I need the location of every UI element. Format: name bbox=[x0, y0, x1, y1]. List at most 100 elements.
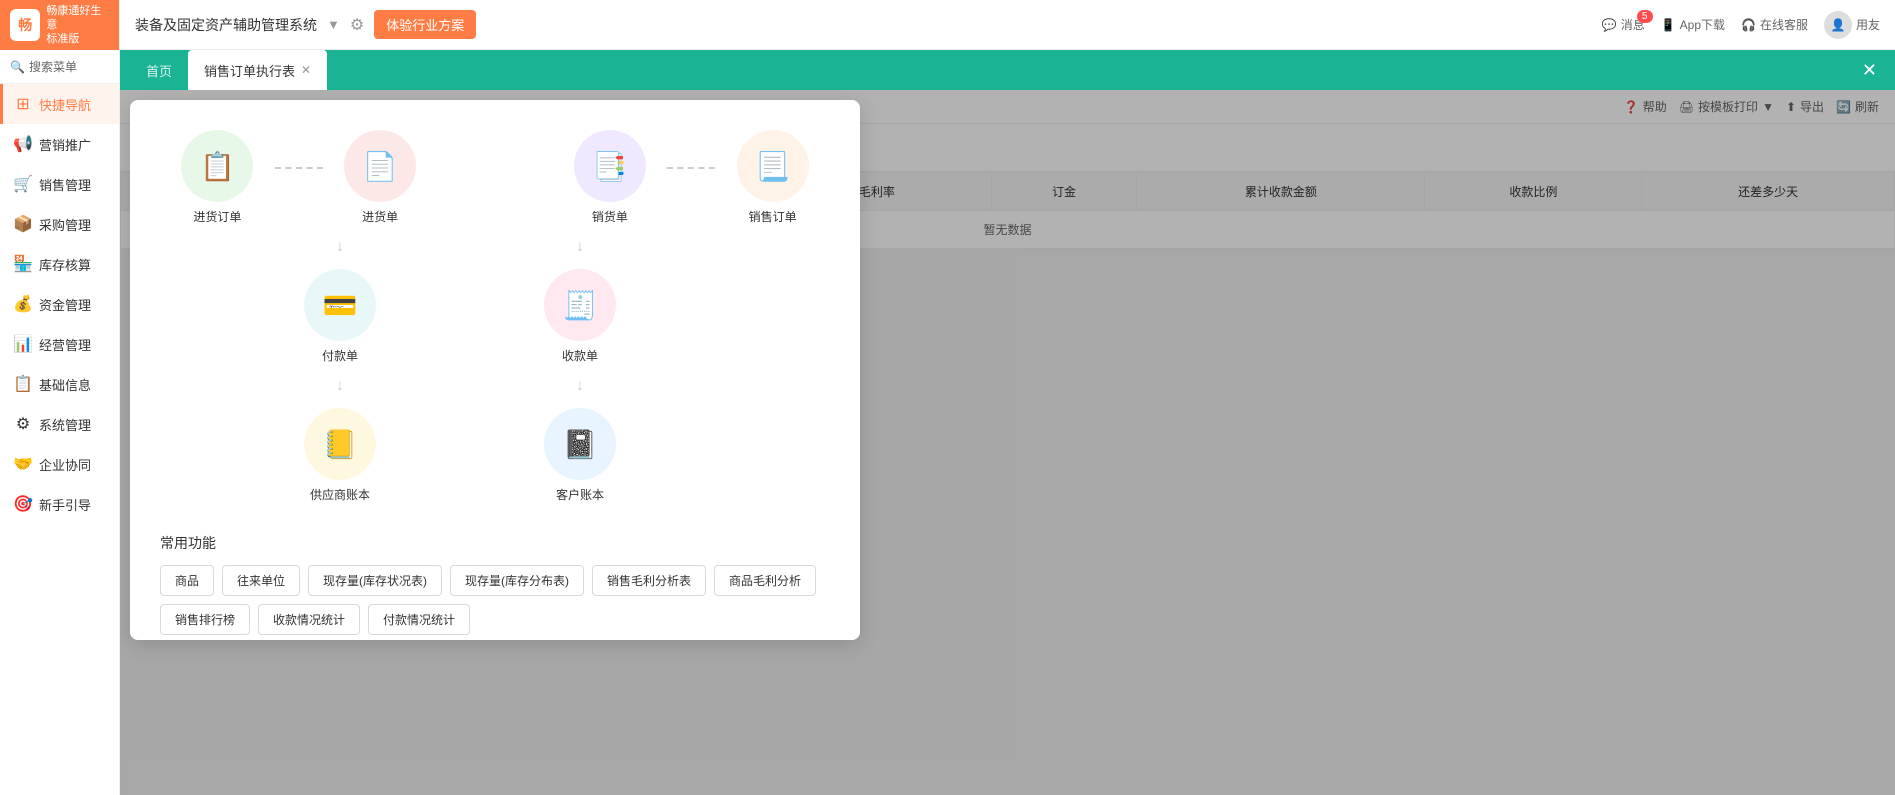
app-icon: 📱 bbox=[1661, 18, 1676, 32]
customer-ledger-icon: 📓 bbox=[563, 428, 598, 461]
flow-label-purchase-order: 进货订单 bbox=[193, 208, 241, 225]
flow-row-arrows-2: ↓ ↓ bbox=[160, 374, 830, 398]
basic-info-icon: 📋 bbox=[13, 374, 33, 394]
sidebar-item-basic-info[interactable]: 📋 基础信息 bbox=[0, 364, 119, 404]
function-btn-0[interactable]: 商品 bbox=[160, 565, 214, 596]
flow-circle-purchase-bill: 📄 bbox=[344, 130, 416, 202]
flow-node-purchase-bill[interactable]: 📄 进货单 bbox=[323, 130, 438, 225]
purchase-order-icon: 📋 bbox=[200, 150, 235, 183]
flow-node-sales-bill[interactable]: 📑 销货单 bbox=[552, 130, 667, 225]
flow-node-payment-bill[interactable]: 💳 付款单 bbox=[280, 269, 400, 364]
inventory-label: 库存核算 bbox=[39, 255, 91, 274]
logo-icon: 畅 bbox=[10, 9, 40, 41]
arrow-sales-order-to-sales bbox=[667, 167, 715, 169]
sidebar-item-inventory[interactable]: 🏪库存核算 bbox=[0, 244, 119, 284]
finance-icon: 💰 bbox=[13, 294, 33, 314]
arrow-down-receipt: ↓ bbox=[520, 378, 640, 394]
arrow-down-sales: ↓ bbox=[520, 239, 640, 255]
online-service-action[interactable]: 🎧 在线客服 bbox=[1741, 16, 1808, 33]
flow-circle-payment-bill: 💳 bbox=[304, 269, 376, 341]
sidebar-item-quick-nav[interactable]: ⊞ 快捷导航 bbox=[0, 84, 119, 124]
beginner-label: 新手引导 bbox=[39, 495, 91, 514]
flow-node-purchase-order[interactable]: 📋 进货订单 bbox=[160, 130, 275, 225]
sidebar-item-operations[interactable]: 📊经营管理 bbox=[0, 324, 119, 364]
quick-nav-label: 快捷导航 bbox=[39, 95, 91, 114]
flow-node-supplier-ledger[interactable]: 📒 供应商账本 bbox=[280, 408, 400, 503]
flow-label-supplier-ledger: 供应商账本 bbox=[310, 486, 370, 503]
tab-home-label: 首页 bbox=[146, 61, 172, 80]
message-action[interactable]: 💬 消息 5 bbox=[1602, 16, 1645, 33]
flow-label-customer-ledger: 客户账本 bbox=[556, 486, 604, 503]
system-icon: ⚙ bbox=[13, 414, 33, 434]
marketing-icon: 📢 bbox=[13, 134, 33, 154]
sidebar-item-finance[interactable]: 💰资金管理 bbox=[0, 284, 119, 324]
supplier-ledger-icon: 📒 bbox=[323, 428, 358, 461]
payment-bill-icon: 💳 bbox=[323, 289, 358, 322]
tab-sales-order-label: 销售订单执行表 bbox=[204, 61, 295, 80]
sidebar: 畅 畅康通好生意 标准版 🔍 搜索菜单 ⊞快捷导航📢营销推广🛒销售管理📦采购管理… bbox=[0, 0, 120, 795]
flow-node-customer-ledger[interactable]: 📓 客户账本 bbox=[520, 408, 640, 503]
message-icon: 💬 bbox=[1602, 18, 1617, 32]
sidebar-item-purchase[interactable]: 📦采购管理 bbox=[0, 204, 119, 244]
flow-label-purchase-bill: 进货单 bbox=[362, 208, 398, 225]
flow-node-sales-order[interactable]: 📃 销售订单 bbox=[715, 130, 830, 225]
username: 用友 bbox=[1856, 16, 1880, 33]
operations-icon: 📊 bbox=[13, 334, 33, 354]
flow-node-receipt-bill[interactable]: 🧾 收款单 bbox=[520, 269, 640, 364]
sidebar-search[interactable]: 🔍 搜索菜单 bbox=[0, 50, 119, 84]
function-btn-2[interactable]: 现存量(库存状况表) bbox=[308, 565, 442, 596]
flow-circle-receipt-bill: 🧾 bbox=[544, 269, 616, 341]
try-btn[interactable]: 体验行业方案 bbox=[374, 10, 476, 39]
app-download-action[interactable]: 📱 App下载 bbox=[1661, 16, 1725, 33]
sidebar-item-system[interactable]: ⚙系统管理 bbox=[0, 404, 119, 444]
function-btn-1[interactable]: 往来单位 bbox=[222, 565, 300, 596]
sidebar-item-marketing[interactable]: 📢营销推广 bbox=[0, 124, 119, 164]
flow-circle-sales-bill: 📑 bbox=[574, 130, 646, 202]
tab-sales-order[interactable]: 销售订单执行表 ✕ bbox=[188, 50, 327, 90]
top-header: 装备及固定资产辅助管理系统 ▼ ⚙ 体验行业方案 💬 消息 5 📱 App下载 … bbox=[120, 0, 1895, 50]
function-btn-5[interactable]: 商品毛利分析 bbox=[714, 565, 816, 596]
sidebar-item-sales[interactable]: 🛒销售管理 bbox=[0, 164, 119, 204]
settings-icon[interactable]: ⚙ bbox=[350, 15, 364, 35]
quick-nav-icon: ⊞ bbox=[13, 94, 33, 114]
sidebar-item-beginner[interactable]: 🎯新手引导 bbox=[0, 484, 119, 524]
flow-label-sales-bill: 销货单 bbox=[592, 208, 628, 225]
flow-circle-purchase-order: 📋 bbox=[181, 130, 253, 202]
page-content: ❓ 帮助 🖨 按模板打印 ▼ ⬆ 导出 🔄 刷新 📅 单据状态 bbox=[120, 90, 1895, 795]
tab-home[interactable]: 首页 bbox=[130, 50, 188, 90]
function-btn-7[interactable]: 收款情况统计 bbox=[258, 604, 360, 635]
dropdown-icon: ▼ bbox=[327, 17, 340, 32]
sales-bill-icon: 📑 bbox=[592, 150, 627, 183]
function-btn-3[interactable]: 现存量(库存分布表) bbox=[450, 565, 584, 596]
arrow-down-payment: ↓ bbox=[280, 378, 400, 394]
user-action[interactable]: 👤 用友 bbox=[1824, 11, 1880, 39]
flow-row-1: 📋 进货订单 📄 进货单 bbox=[160, 130, 830, 225]
flow-circle-sales-order: 📃 bbox=[737, 130, 809, 202]
flow-label-receipt-bill: 收款单 bbox=[562, 347, 598, 364]
tab-close-icon[interactable]: ✕ bbox=[301, 63, 311, 77]
common-functions-title: 常用功能 bbox=[160, 533, 830, 553]
flow-label-payment-bill: 付款单 bbox=[322, 347, 358, 364]
flow-diagram: 📋 进货订单 📄 进货单 bbox=[160, 130, 830, 513]
overlay[interactable]: 📋 进货订单 📄 进货单 bbox=[120, 90, 1895, 795]
flow-label-sales-order: 销售订单 bbox=[749, 208, 797, 225]
basic-info-label: 基础信息 bbox=[39, 375, 91, 394]
tab-bar-close-icon[interactable]: ✕ bbox=[1854, 60, 1885, 81]
function-btn-8[interactable]: 付款情况统计 bbox=[368, 604, 470, 635]
flow-row-arrows: ↓ ↓ bbox=[160, 235, 830, 259]
quick-nav-popup: 📋 进货订单 📄 进货单 bbox=[130, 100, 860, 640]
tab-bar: 首页 销售订单执行表 ✕ ✕ bbox=[120, 50, 1895, 90]
message-badge: 5 bbox=[1637, 10, 1653, 23]
flow-row-2: 💳 付款单 🧾 收款单 bbox=[160, 269, 830, 364]
enterprise-label: 企业协同 bbox=[39, 455, 91, 474]
main-area: 装备及固定资产辅助管理系统 ▼ ⚙ 体验行业方案 💬 消息 5 📱 App下载 … bbox=[120, 0, 1895, 795]
function-btn-4[interactable]: 销售毛利分析表 bbox=[592, 565, 706, 596]
system-title: 装备及固定资产辅助管理系统 bbox=[135, 15, 317, 35]
function-btn-6[interactable]: 销售排行榜 bbox=[160, 604, 250, 635]
sidebar-item-enterprise[interactable]: 🤝企业协同 bbox=[0, 444, 119, 484]
flow-circle-supplier-ledger: 📒 bbox=[304, 408, 376, 480]
arrow-purchase-order-to-purchase bbox=[275, 167, 323, 169]
purchase-icon: 📦 bbox=[13, 214, 33, 234]
sales-order-icon: 📃 bbox=[755, 150, 790, 183]
arrow-down-purchase: ↓ bbox=[280, 239, 400, 255]
